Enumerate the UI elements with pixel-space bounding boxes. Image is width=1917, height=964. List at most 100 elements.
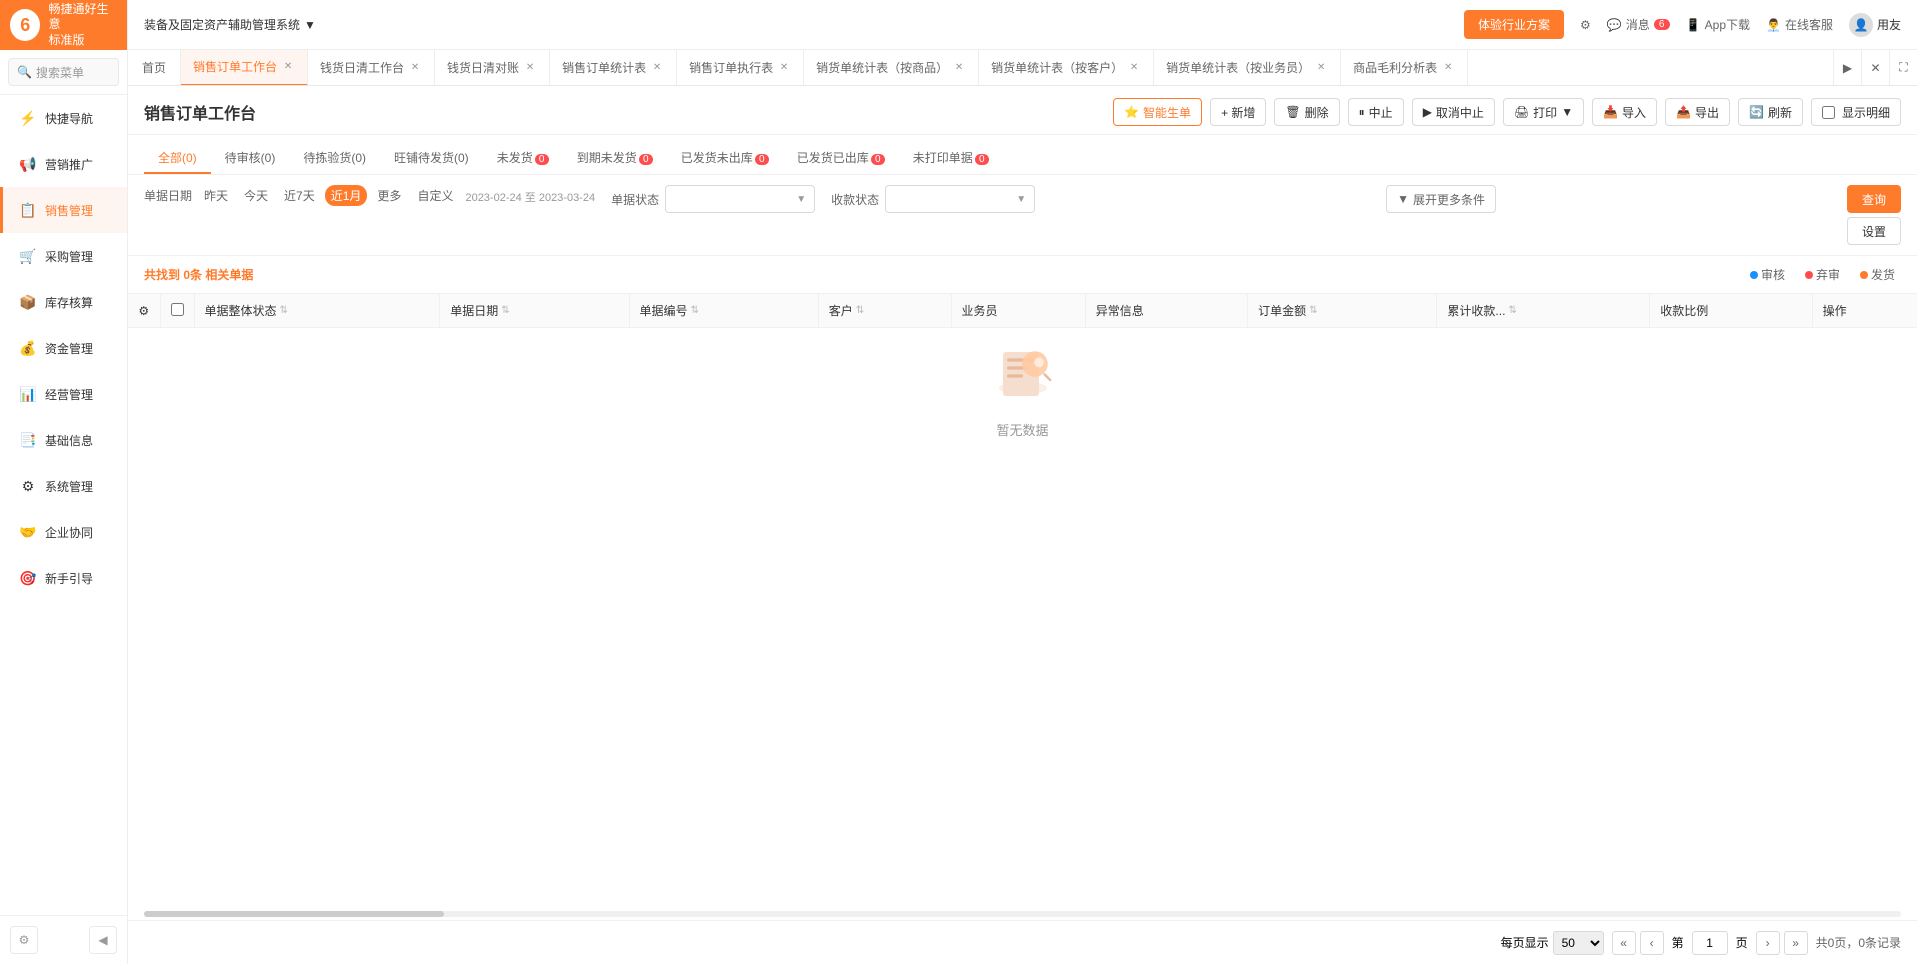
tab-sales-by-customer-close[interactable]: ✕ (1127, 61, 1141, 75)
online-service-button[interactable]: 👨‍💼 在线客服 (1766, 16, 1833, 33)
sidebar-item-operations[interactable]: 📊 经营管理 (0, 371, 127, 417)
tab-sales-exec[interactable]: 销售订单执行表 ✕ (677, 50, 804, 86)
tab-sales-stats[interactable]: 销售订单统计表 ✕ (550, 50, 677, 86)
filter-tab-shipped-out[interactable]: 已发货已出库0 (783, 143, 899, 174)
horizontal-scrollbar[interactable] (128, 908, 1917, 920)
tab-scroll-right-button[interactable]: ▶ (1833, 50, 1861, 86)
tab-sales-by-product[interactable]: 销货单统计表（按商品） ✕ (804, 50, 979, 86)
app-download-button[interactable]: 📱 App下载 (1686, 16, 1750, 33)
filter-tab-not-shipped[interactable]: 未发货0 (483, 143, 563, 174)
date-opt-7days[interactable]: 近7天 (278, 185, 321, 206)
experience-button[interactable]: 体验行业方案 (1464, 10, 1564, 39)
th-status-sort[interactable]: 单据整体状态 ⇅ (205, 302, 430, 319)
tab-sales-by-customer[interactable]: 销货单统计表（按客户） ✕ (979, 50, 1154, 86)
topbar-message-button[interactable]: 💬 消息 6 (1607, 16, 1670, 33)
th-checkbox[interactable] (160, 294, 194, 328)
date-opt-today[interactable]: 今天 (238, 185, 274, 206)
th-setting[interactable]: ⚙ (128, 294, 160, 328)
tab-sales-by-product-close[interactable]: ✕ (952, 61, 966, 75)
tab-home[interactable]: 首页 (128, 50, 181, 86)
smart-create-button[interactable]: ⭐ 智能生单 (1113, 98, 1202, 126)
sidebar-item-cooperation[interactable]: 🤝 企业协同 (0, 509, 127, 555)
sidebar-item-system[interactable]: ⚙ 系统管理 (0, 463, 127, 509)
customer-sort-icon: ⇅ (856, 305, 864, 316)
app-download-label: App下载 (1705, 16, 1750, 33)
cancel-review-op-button[interactable]: 弃审 (1799, 264, 1846, 285)
tab-sales-stats-close[interactable]: ✕ (650, 61, 664, 75)
date-opt-yesterday[interactable]: 昨天 (198, 185, 234, 206)
sidebar-item-new-guide[interactable]: 🎯 新手引导 (0, 555, 127, 601)
tab-cash-daily-close[interactable]: ✕ (408, 61, 422, 75)
review-op-button[interactable]: 审核 (1744, 264, 1791, 285)
delete-button[interactable]: 🗑 删除 (1274, 98, 1339, 126)
prev-page-button[interactable]: ‹ (1640, 931, 1664, 955)
th-exception: 异常信息 (1085, 294, 1247, 328)
set-button[interactable]: 设置 (1847, 217, 1901, 245)
tab-cash-daily[interactable]: 钱货日清工作台 ✕ (308, 50, 435, 86)
print-button[interactable]: 🖨 打印 ▼ (1503, 98, 1584, 126)
th-customer-sort[interactable]: 客户 ⇅ (829, 302, 941, 319)
tab-sales-by-staff-close[interactable]: ✕ (1314, 61, 1328, 75)
last-page-button[interactable]: » (1784, 931, 1808, 955)
expand-filter-button[interactable]: ▼ 展开更多条件 (1386, 185, 1496, 213)
sidebar-item-finance[interactable]: 💰 资金管理 (0, 325, 127, 371)
tabbar: 首页 销售订单工作台 ✕ 钱货日清工作台 ✕ 钱货日清对账 ✕ 销售订单统计表 … (128, 50, 1917, 86)
date-opt-custom[interactable]: 自定义 (411, 185, 459, 206)
export-button[interactable]: 📤 导出 (1665, 98, 1730, 126)
import-button[interactable]: 📥 导入 (1592, 98, 1657, 126)
show-detail-checkbox[interactable] (1822, 106, 1835, 119)
date-opt-more[interactable]: 更多 (371, 185, 407, 206)
tab-sales-by-staff[interactable]: 销货单统计表（按业务员） ✕ (1154, 50, 1341, 86)
first-page-button[interactable]: « (1612, 931, 1636, 955)
collapse-button[interactable]: ◀ (89, 926, 117, 954)
tab-gross-margin-close[interactable]: ✕ (1441, 61, 1455, 75)
user-area[interactable]: 👤 用友 (1849, 13, 1901, 37)
next-page-button[interactable]: › (1756, 931, 1780, 955)
filter-tab-wangpu[interactable]: 旺铺待发货(0) (380, 143, 483, 174)
settings-bottom-button[interactable]: ⚙ (10, 926, 38, 954)
tab-close-all-button[interactable]: ✕ (1861, 50, 1889, 86)
filter-tab-expired-not-shipped[interactable]: 到期未发货0 (563, 143, 667, 174)
filter-tab-pending-inspect[interactable]: 待拣验货(0) (289, 143, 380, 174)
sidebar-item-sales[interactable]: 📋 销售管理 (0, 187, 127, 233)
date-opt-1month[interactable]: 近1月 (325, 185, 368, 206)
refresh-button[interactable]: 🔄 刷新 (1738, 98, 1803, 126)
th-collected: 累计收款... ⇅ (1437, 294, 1650, 328)
tab-sales-workbench[interactable]: 销售订单工作台 ✕ (181, 50, 308, 86)
sidebar-item-purchase[interactable]: 🛒 采购管理 (0, 233, 127, 279)
th-number-sort[interactable]: 单据编号 ⇅ (640, 302, 808, 319)
show-detail-checkbox-label[interactable]: 显示明细 (1811, 98, 1901, 126)
th-amount-sort[interactable]: 订单金额 ⇅ (1258, 302, 1426, 319)
tab-sales-exec-close[interactable]: ✕ (777, 61, 791, 75)
sidebar-item-marketing[interactable]: 📢 营销推广 (0, 141, 127, 187)
page-number-input[interactable] (1692, 931, 1728, 955)
cancel-pause-button[interactable]: ▶ 取消中止 (1412, 98, 1495, 126)
query-button[interactable]: 查询 (1847, 185, 1901, 213)
operations-icon: 📊 (19, 385, 37, 403)
tab-gross-margin[interactable]: 商品毛利分析表 ✕ (1341, 50, 1468, 86)
sidebar-item-quick-nav[interactable]: ⚡ 快捷导航 (0, 95, 127, 141)
status-select[interactable]: ▼ (665, 185, 815, 213)
tab-sales-workbench-close[interactable]: ✕ (281, 60, 295, 74)
pause-button[interactable]: ⏸ 中止 (1348, 98, 1404, 126)
filter-tab-all[interactable]: 全部(0) (144, 143, 211, 174)
filter-tab-not-printed[interactable]: 未打印单据0 (899, 143, 1003, 174)
tab-cash-reconcile[interactable]: 钱货日清对账 ✕ (435, 50, 550, 86)
search-menu-button[interactable]: 🔍 搜索菜单 (8, 58, 119, 86)
filter-tab-pending-review[interactable]: 待审核(0) (211, 143, 290, 174)
tab-cash-reconcile-close[interactable]: ✕ (523, 61, 537, 75)
select-all-checkbox[interactable] (171, 303, 184, 316)
th-date-sort[interactable]: 单据日期 ⇅ (450, 302, 618, 319)
add-button[interactable]: + 新增 (1210, 98, 1266, 126)
tab-maximize-button[interactable]: ⛶ (1889, 50, 1917, 86)
ship-op-button[interactable]: 发货 (1854, 264, 1901, 285)
payment-select[interactable]: ▼ (885, 185, 1035, 213)
sidebar-item-basic-info[interactable]: 📑 基础信息 (0, 417, 127, 463)
scrollbar-thumb[interactable] (144, 911, 444, 917)
filter-tab-shipped-not-out[interactable]: 已发货未出库0 (667, 143, 783, 174)
sidebar-item-inventory[interactable]: 📦 库存核算 (0, 279, 127, 325)
th-collected-sort[interactable]: 累计收款... ⇅ (1447, 302, 1639, 319)
topbar-settings-button[interactable]: ⚙ (1580, 18, 1591, 32)
system-title-dropdown[interactable]: 装备及固定资产辅助管理系统 ▼ (144, 16, 316, 33)
page-size-dropdown[interactable]: 10 20 50 100 (1553, 931, 1604, 955)
